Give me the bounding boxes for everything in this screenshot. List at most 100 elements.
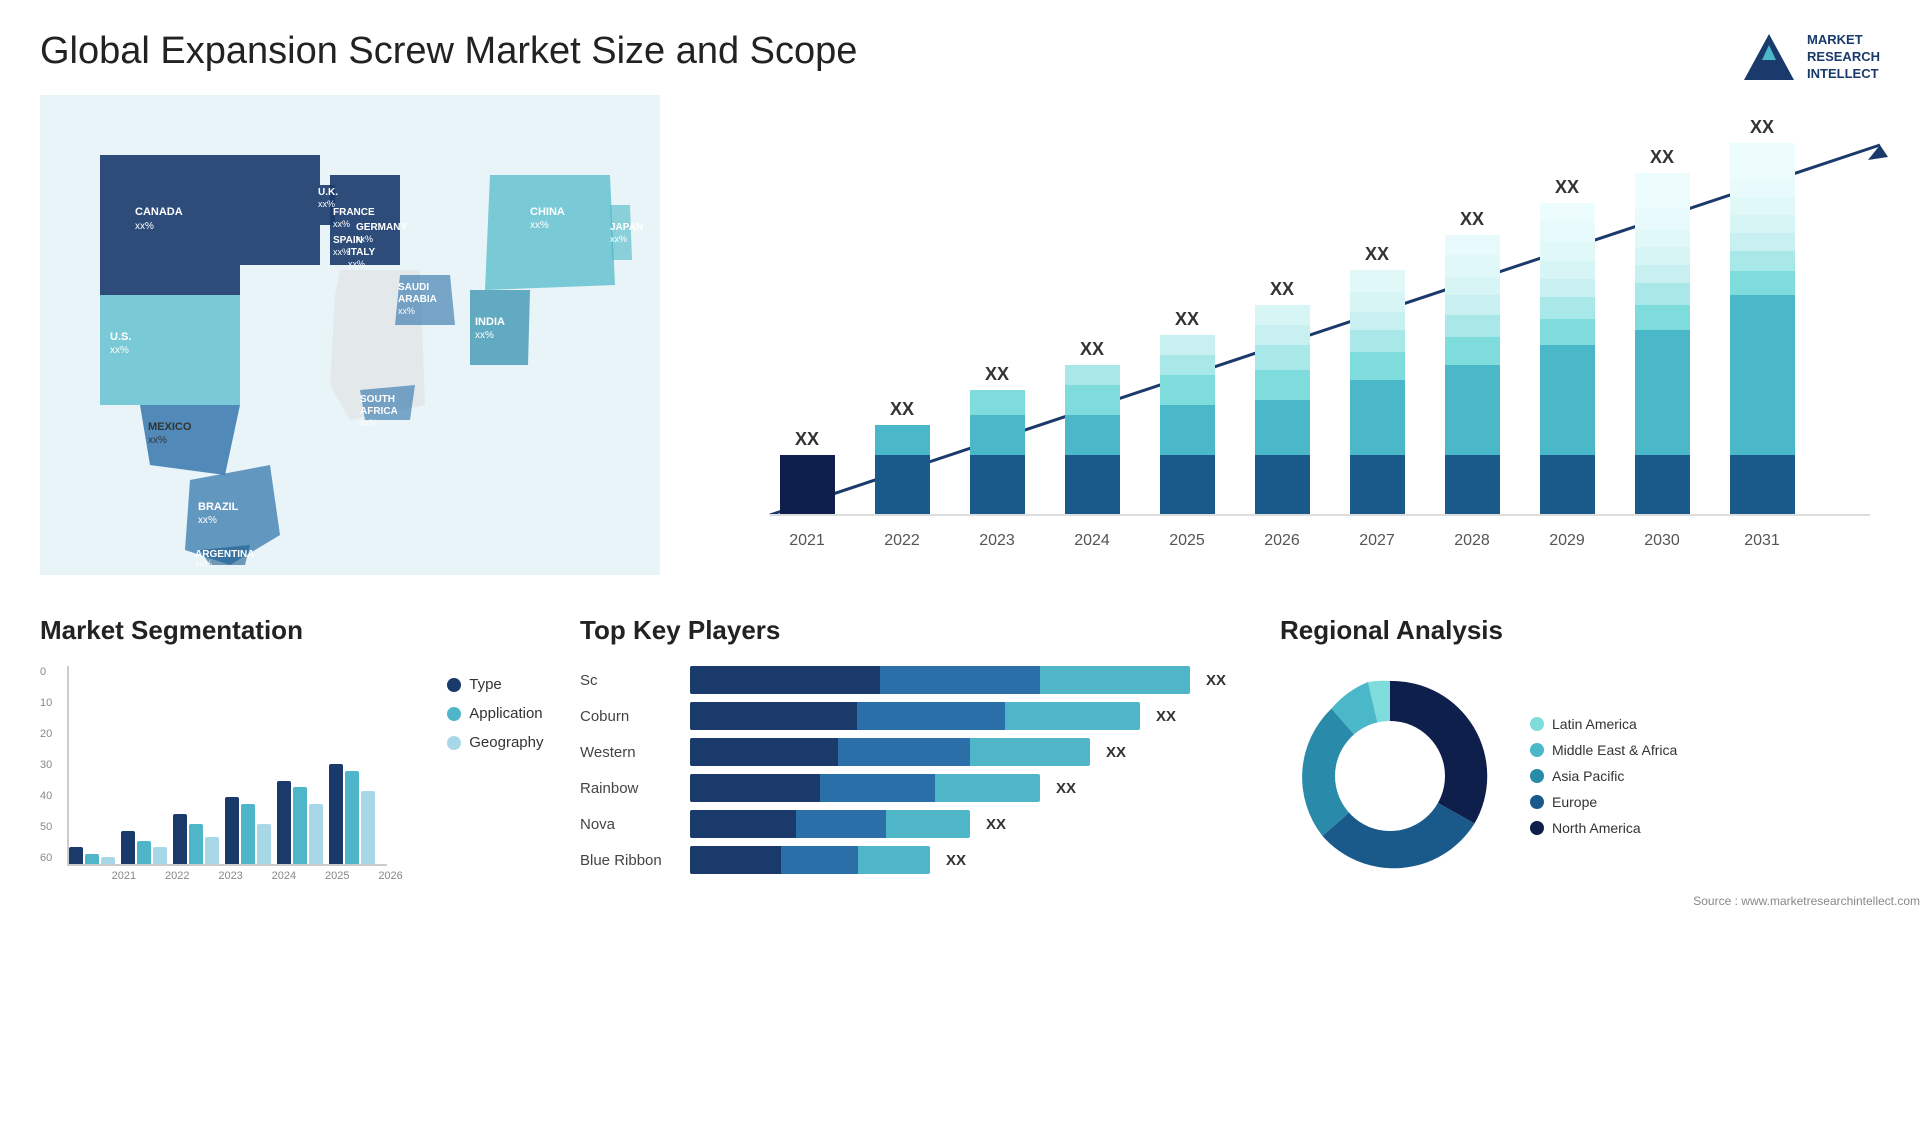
reg-dot-europe bbox=[1530, 795, 1544, 809]
reg-label-north-america: North America bbox=[1552, 820, 1641, 836]
svg-text:AFRICA: AFRICA bbox=[360, 406, 398, 417]
player-row-nova: Nova XX bbox=[580, 810, 1240, 838]
svg-text:SOUTH: SOUTH bbox=[360, 394, 395, 405]
player-bar-blueribbon-1 bbox=[690, 846, 781, 874]
seg-bar-group-2022 bbox=[121, 831, 169, 864]
player-bar-nova-3 bbox=[886, 810, 970, 838]
svg-text:xx%: xx% bbox=[110, 345, 129, 356]
player-xx-sc: XX bbox=[1206, 672, 1236, 689]
svg-text:xx%: xx% bbox=[195, 559, 212, 569]
reg-legend-north-america: North America bbox=[1530, 820, 1677, 836]
bar-app-2024 bbox=[241, 804, 255, 864]
svg-text:XX: XX bbox=[1460, 209, 1484, 229]
legend-geo: Geography bbox=[447, 734, 543, 751]
reg-label-latin-america: Latin America bbox=[1552, 716, 1637, 732]
regional-title: Regional Analysis bbox=[1280, 615, 1920, 646]
player-row-sc: Sc XX bbox=[580, 666, 1240, 694]
svg-text:XX: XX bbox=[890, 399, 914, 419]
svg-text:2026: 2026 bbox=[1264, 532, 1300, 549]
player-xx-coburn: XX bbox=[1156, 708, 1186, 725]
svg-text:xx%: xx% bbox=[135, 221, 154, 232]
svg-text:2027: 2027 bbox=[1359, 532, 1395, 549]
reg-dot-middle-east bbox=[1530, 743, 1544, 757]
logo-text: MARKET RESEARCH INTELLECT bbox=[1807, 32, 1880, 83]
players-section: Top Key Players Sc XX Coburn bbox=[580, 615, 1240, 908]
player-xx-rainbow: XX bbox=[1056, 780, 1086, 797]
logo-icon bbox=[1742, 30, 1797, 85]
svg-text:2031: 2031 bbox=[1744, 532, 1780, 549]
seg-bar-group-2021 bbox=[69, 847, 117, 864]
players-title: Top Key Players bbox=[580, 615, 1240, 646]
seg-legend: Type Application Geography bbox=[447, 676, 543, 751]
svg-text:2021: 2021 bbox=[789, 532, 825, 549]
player-name-western: Western bbox=[580, 744, 680, 761]
player-bar-coburn-2 bbox=[857, 702, 1006, 730]
svg-text:FRANCE: FRANCE bbox=[333, 207, 375, 218]
seg-bar-group-2024 bbox=[225, 797, 273, 864]
player-row-coburn: Coburn XX bbox=[580, 702, 1240, 730]
bar-type-2024 bbox=[225, 797, 239, 864]
svg-text:xx%: xx% bbox=[348, 259, 365, 269]
regional-legend: Latin America Middle East & Africa Asia … bbox=[1530, 716, 1677, 836]
segmentation-section: Market Segmentation 60 50 40 30 20 10 0 bbox=[40, 615, 540, 908]
seg-bars bbox=[67, 666, 387, 866]
legend-type: Type bbox=[447, 676, 543, 693]
world-map-svg: CANADA xx% U.S. xx% MEXICO xx% BRAZIL xx… bbox=[40, 95, 660, 575]
regional-section: Regional Analysis bbox=[1280, 615, 1920, 908]
player-bar-western-1 bbox=[690, 738, 838, 766]
player-name-sc: Sc bbox=[580, 672, 680, 689]
reg-label-europe: Europe bbox=[1552, 794, 1597, 810]
player-xx-nova: XX bbox=[986, 816, 1016, 833]
svg-text:2030: 2030 bbox=[1644, 532, 1680, 549]
svg-text:XX: XX bbox=[1365, 244, 1389, 264]
bar-chart-section: XX 2021 XX 2022 XX 2023 XX 2024 bbox=[680, 95, 1920, 595]
svg-text:xx%: xx% bbox=[198, 515, 217, 526]
reg-legend-europe: Europe bbox=[1530, 794, 1677, 810]
bar-chart-wrapper: XX 2021 XX 2022 XX 2023 XX 2024 bbox=[720, 115, 1920, 545]
bar-app-2022 bbox=[137, 841, 151, 864]
bar-geo-2021 bbox=[101, 857, 115, 864]
svg-text:2025: 2025 bbox=[1169, 532, 1205, 549]
svg-text:xx%: xx% bbox=[148, 435, 167, 446]
legend-dot-app bbox=[447, 707, 461, 721]
legend-dot-geo bbox=[447, 736, 461, 750]
svg-text:2029: 2029 bbox=[1549, 532, 1585, 549]
player-bar-blueribbon-3 bbox=[858, 846, 930, 874]
players-list: Sc XX Coburn XX bbox=[580, 666, 1240, 874]
legend-app: Application bbox=[447, 705, 543, 722]
player-bar-blueribbon-2 bbox=[781, 846, 858, 874]
player-xx-blueribbon: XX bbox=[946, 852, 976, 869]
bar-geo-2024 bbox=[257, 824, 271, 864]
player-bar-rainbow-1 bbox=[690, 774, 820, 802]
bottom-grid: Market Segmentation 60 50 40 30 20 10 0 bbox=[40, 595, 1920, 928]
player-bar-rainbow-2 bbox=[820, 774, 936, 802]
donut-hole bbox=[1335, 721, 1445, 831]
player-name-nova: Nova bbox=[580, 816, 680, 833]
bar-geo-2022 bbox=[153, 847, 167, 864]
svg-text:INDIA: INDIA bbox=[475, 316, 505, 328]
svg-text:2022: 2022 bbox=[884, 532, 920, 549]
legend-label-geo: Geography bbox=[469, 734, 543, 751]
svg-text:CANADA: CANADA bbox=[135, 206, 183, 218]
svg-text:ITALY: ITALY bbox=[348, 247, 376, 258]
svg-text:CHINA: CHINA bbox=[530, 206, 565, 218]
svg-text:U.K.: U.K. bbox=[318, 187, 338, 198]
reg-legend-latin-america: Latin America bbox=[1530, 716, 1677, 732]
seg-bar-group-2023 bbox=[173, 814, 221, 864]
svg-text:xx%: xx% bbox=[398, 306, 415, 316]
player-bar-western-3 bbox=[970, 738, 1090, 766]
player-row-blueribbon: Blue Ribbon XX bbox=[580, 846, 1240, 874]
player-name-coburn: Coburn bbox=[580, 708, 680, 725]
seg-bar-group-2026 bbox=[329, 764, 377, 864]
donut-chart-svg bbox=[1280, 666, 1500, 886]
bar-app-2025 bbox=[293, 787, 307, 864]
legend-dot-type bbox=[447, 678, 461, 692]
player-bar-nova-2 bbox=[796, 810, 886, 838]
reg-label-middle-east: Middle East & Africa bbox=[1552, 742, 1677, 758]
player-bar-rainbow-3 bbox=[935, 774, 1040, 802]
header: Global Expansion Screw Market Size and S… bbox=[0, 0, 1920, 95]
bar-type-2022 bbox=[121, 831, 135, 864]
player-row-rainbow: Rainbow XX bbox=[580, 774, 1240, 802]
svg-text:xx%: xx% bbox=[356, 234, 373, 244]
svg-text:U.S.: U.S. bbox=[110, 331, 131, 343]
